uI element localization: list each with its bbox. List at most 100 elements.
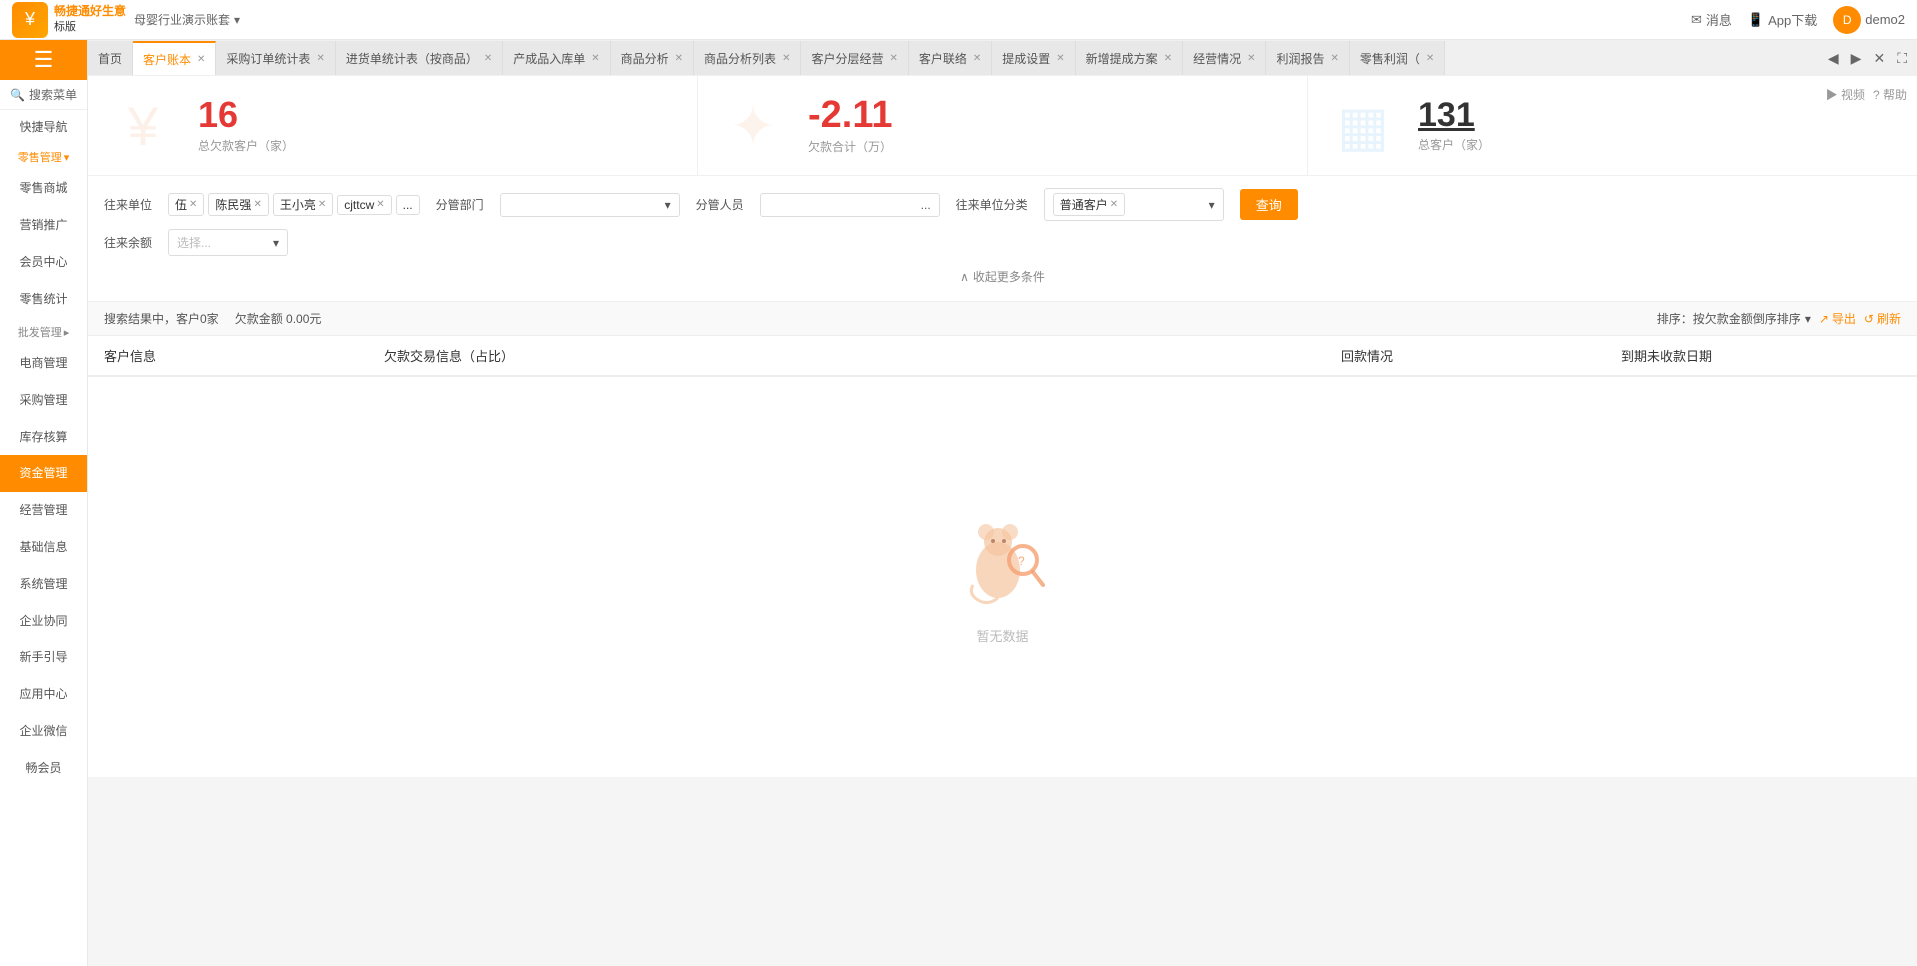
sidebar-item-purchase[interactable]: 采购管理 bbox=[0, 382, 87, 419]
stat-card-customers: ¥ 16 总欠款客户（家） bbox=[88, 76, 698, 175]
sidebar-item-enterprise-collab[interactable]: 企业协同 bbox=[0, 603, 87, 640]
remove-tag-chen[interactable]: ✕ bbox=[253, 199, 261, 210]
tab-close-all-btn[interactable]: ✕ bbox=[1869, 48, 1889, 69]
tab-prev-btn[interactable]: ◀ bbox=[1824, 48, 1843, 69]
table-header: 客户信息 欠款交易信息（占比） 回款情况 到期未收款日期 bbox=[88, 336, 1917, 377]
sidebar-item-operations[interactable]: 经营管理 bbox=[0, 492, 87, 529]
search-result-actions: 排序：按欠款金额倒序排序 ▾ ↗ 导出 ↺ 刷新 bbox=[1657, 310, 1901, 327]
tab-commission-setting[interactable]: 提成设置 ✕ bbox=[992, 41, 1075, 75]
remove-tag-wang[interactable]: ✕ bbox=[318, 199, 326, 210]
tab-product-analysis[interactable]: 商品分析 ✕ bbox=[611, 41, 694, 75]
tab-product-inbound[interactable]: 产成品入库单 ✕ bbox=[503, 41, 610, 75]
category-filter-tags: 普通客户 ✕ bbox=[1053, 193, 1125, 216]
tab-product-analysis-list[interactable]: 商品分析列表 ✕ bbox=[694, 41, 801, 75]
sidebar-item-marketing[interactable]: 营销推广 bbox=[0, 207, 87, 244]
tab-customer-contact[interactable]: 客户联络 ✕ bbox=[909, 41, 992, 75]
empty-icon: ? bbox=[953, 510, 1053, 610]
stat-icon-currency: ¥ bbox=[108, 91, 178, 161]
filter-row-2: 往来余额 选择... ▾ bbox=[104, 229, 1901, 256]
logo-area: ¥ 畅捷通好生意 标版 bbox=[12, 2, 126, 38]
remove-tag-wu[interactable]: ✕ bbox=[189, 199, 197, 210]
sidebar-item-quick-nav[interactable]: 快捷导航 bbox=[0, 110, 87, 143]
sidebar-item-retail-mgmt[interactable]: 零售管理 ▾ bbox=[0, 143, 87, 170]
sidebar-item-retail-stats[interactable]: 零售统计 bbox=[0, 281, 87, 318]
refresh-btn[interactable]: ↺ 刷新 bbox=[1864, 310, 1901, 327]
col-header-debt-info: 欠款交易信息（占比） bbox=[384, 346, 1341, 365]
tab-close-icon[interactable]: ✕ bbox=[316, 53, 324, 64]
sidebar-item-system[interactable]: 系统管理 bbox=[0, 566, 87, 603]
sidebar-item-member-center[interactable]: 会员中心 bbox=[0, 244, 87, 281]
dept-filter-select[interactable]: ▾ bbox=[500, 193, 680, 217]
query-button[interactable]: 查询 bbox=[1240, 189, 1298, 220]
search-menu-btn[interactable]: 🔍 搜索菜单 bbox=[0, 80, 87, 110]
messages-btn[interactable]: ✉ 消息 bbox=[1691, 10, 1732, 29]
sidebar-item-newbie-guide[interactable]: 新手引导 bbox=[0, 639, 87, 676]
top-bar-right: ✉ 消息 📱 App下载 D demo2 bbox=[1691, 6, 1905, 34]
tab-close-icon[interactable]: ✕ bbox=[1056, 53, 1064, 64]
sidebar-item-finance[interactable]: 资金管理 bbox=[0, 455, 87, 492]
tab-purchase-order[interactable]: 采购订单统计表 ✕ bbox=[216, 41, 335, 75]
tab-close-icon[interactable]: ✕ bbox=[484, 53, 492, 64]
tab-close-icon[interactable]: ✕ bbox=[1426, 53, 1434, 64]
tab-operations[interactable]: 经营情况 ✕ bbox=[1183, 41, 1266, 75]
tab-close-icon[interactable]: ✕ bbox=[782, 53, 790, 64]
sidebar-item-wholesale-mgmt[interactable]: 批发管理 ▸ bbox=[0, 318, 87, 345]
sidebar-logo-icon: ☰ bbox=[34, 47, 54, 73]
tab-close-icon[interactable]: ✕ bbox=[675, 53, 683, 64]
tab-nav-actions: ◀ ▶ ✕ ⛶ bbox=[1818, 48, 1917, 69]
tab-customer-ledger[interactable]: 客户账本 ✕ bbox=[133, 41, 216, 75]
filter-tag-cjttcw[interactable]: cjttcw ✕ bbox=[337, 195, 391, 215]
account-dropdown[interactable]: 母婴行业演示账套 ▾ bbox=[134, 11, 240, 28]
user-menu[interactable]: D demo2 bbox=[1833, 6, 1905, 34]
person-filter-label: 分管人员 bbox=[696, 196, 744, 213]
remove-tag-cjttcw[interactable]: ✕ bbox=[376, 199, 384, 210]
tab-close-icon[interactable]: ✕ bbox=[1164, 53, 1172, 64]
dept-filter-label: 分管部门 bbox=[436, 196, 484, 213]
top-bar-left: ¥ 畅捷通好生意 标版 母婴行业演示账套 ▾ bbox=[12, 2, 240, 38]
main-content: ¥ 16 总欠款客户（家） ✦ -2.11 欠款合计（万） bbox=[88, 76, 1917, 966]
filter-tag-wang[interactable]: 王小亮 ✕ bbox=[273, 193, 333, 216]
sort-select[interactable]: 排序：按欠款金额倒序排序 ▾ bbox=[1657, 310, 1811, 327]
collapse-btn[interactable]: ∧ 收起更多条件 bbox=[104, 264, 1901, 289]
help-btn[interactable]: ? 帮助 bbox=[1873, 86, 1907, 103]
sidebar-item-ecom[interactable]: 电商管理 bbox=[0, 345, 87, 382]
tab-close-icon[interactable]: ✕ bbox=[197, 54, 205, 65]
filter-tag-wu[interactable]: 伍 ✕ bbox=[168, 193, 204, 216]
tab-close-icon[interactable]: ✕ bbox=[591, 53, 599, 64]
sidebar-item-retail-mall[interactable]: 零售商城 bbox=[0, 170, 87, 207]
video-btn[interactable]: ▶ 视频 bbox=[1826, 86, 1865, 103]
tab-new-commission[interactable]: 新增提成方案 ✕ bbox=[1076, 41, 1183, 75]
tab-profit-report[interactable]: 利润报告 ✕ bbox=[1266, 41, 1349, 75]
stat-label-total: 总客户（家） bbox=[1418, 136, 1490, 153]
download-icon: 📱 bbox=[1748, 12, 1764, 28]
sidebar-item-basic-info[interactable]: 基础信息 bbox=[0, 529, 87, 566]
tab-close-icon[interactable]: ✕ bbox=[973, 53, 981, 64]
col-header-customer: 客户信息 bbox=[104, 346, 384, 365]
tab-fullscreen-btn[interactable]: ⛶ bbox=[1893, 48, 1911, 69]
sidebar-item-chang-member[interactable]: 畅会员 bbox=[0, 750, 87, 787]
filter-tag-chen[interactable]: 陈民强 ✕ bbox=[208, 193, 268, 216]
sidebar-item-wechat-work[interactable]: 企业微信 bbox=[0, 713, 87, 750]
remove-tag-normal-customer[interactable]: ✕ bbox=[1110, 199, 1118, 210]
export-btn[interactable]: ↗ 导出 bbox=[1819, 310, 1856, 327]
stat-card-debt: ✦ -2.11 欠款合计（万） bbox=[698, 76, 1308, 175]
logo-icon: ¥ bbox=[12, 2, 48, 38]
sidebar-item-app-center[interactable]: 应用中心 bbox=[0, 676, 87, 713]
category-filter-select[interactable]: 普通客户 ✕ ▾ bbox=[1044, 188, 1224, 221]
tab-next-btn[interactable]: ▶ bbox=[1847, 48, 1866, 69]
person-filter-select[interactable]: ... bbox=[760, 193, 940, 217]
tab-retail-profit[interactable]: 零售利润（ ✕ bbox=[1350, 41, 1445, 75]
tab-close-icon[interactable]: ✕ bbox=[1247, 53, 1255, 64]
tab-close-icon[interactable]: ✕ bbox=[889, 53, 897, 64]
sidebar-item-inventory[interactable]: 库存核算 bbox=[0, 419, 87, 456]
tab-home[interactable]: 首页 bbox=[88, 41, 133, 75]
tab-close-icon[interactable]: ✕ bbox=[1331, 53, 1339, 64]
filter-tag-more[interactable]: ... bbox=[396, 195, 420, 215]
app-download-btn[interactable]: 📱 App下载 bbox=[1748, 10, 1817, 29]
chevron-down-category: ▾ bbox=[1209, 198, 1215, 212]
balance-filter-select[interactable]: 选择... ▾ bbox=[168, 229, 288, 256]
tab-customer-layer[interactable]: 客户分层经营 ✕ bbox=[801, 41, 908, 75]
tab-incoming-stats[interactable]: 进货单统计表（按商品） ✕ bbox=[336, 41, 503, 75]
filter-tag-normal-customer[interactable]: 普通客户 ✕ bbox=[1053, 193, 1125, 216]
search-menu-button[interactable]: 🔍 搜索菜单 bbox=[8, 86, 79, 103]
